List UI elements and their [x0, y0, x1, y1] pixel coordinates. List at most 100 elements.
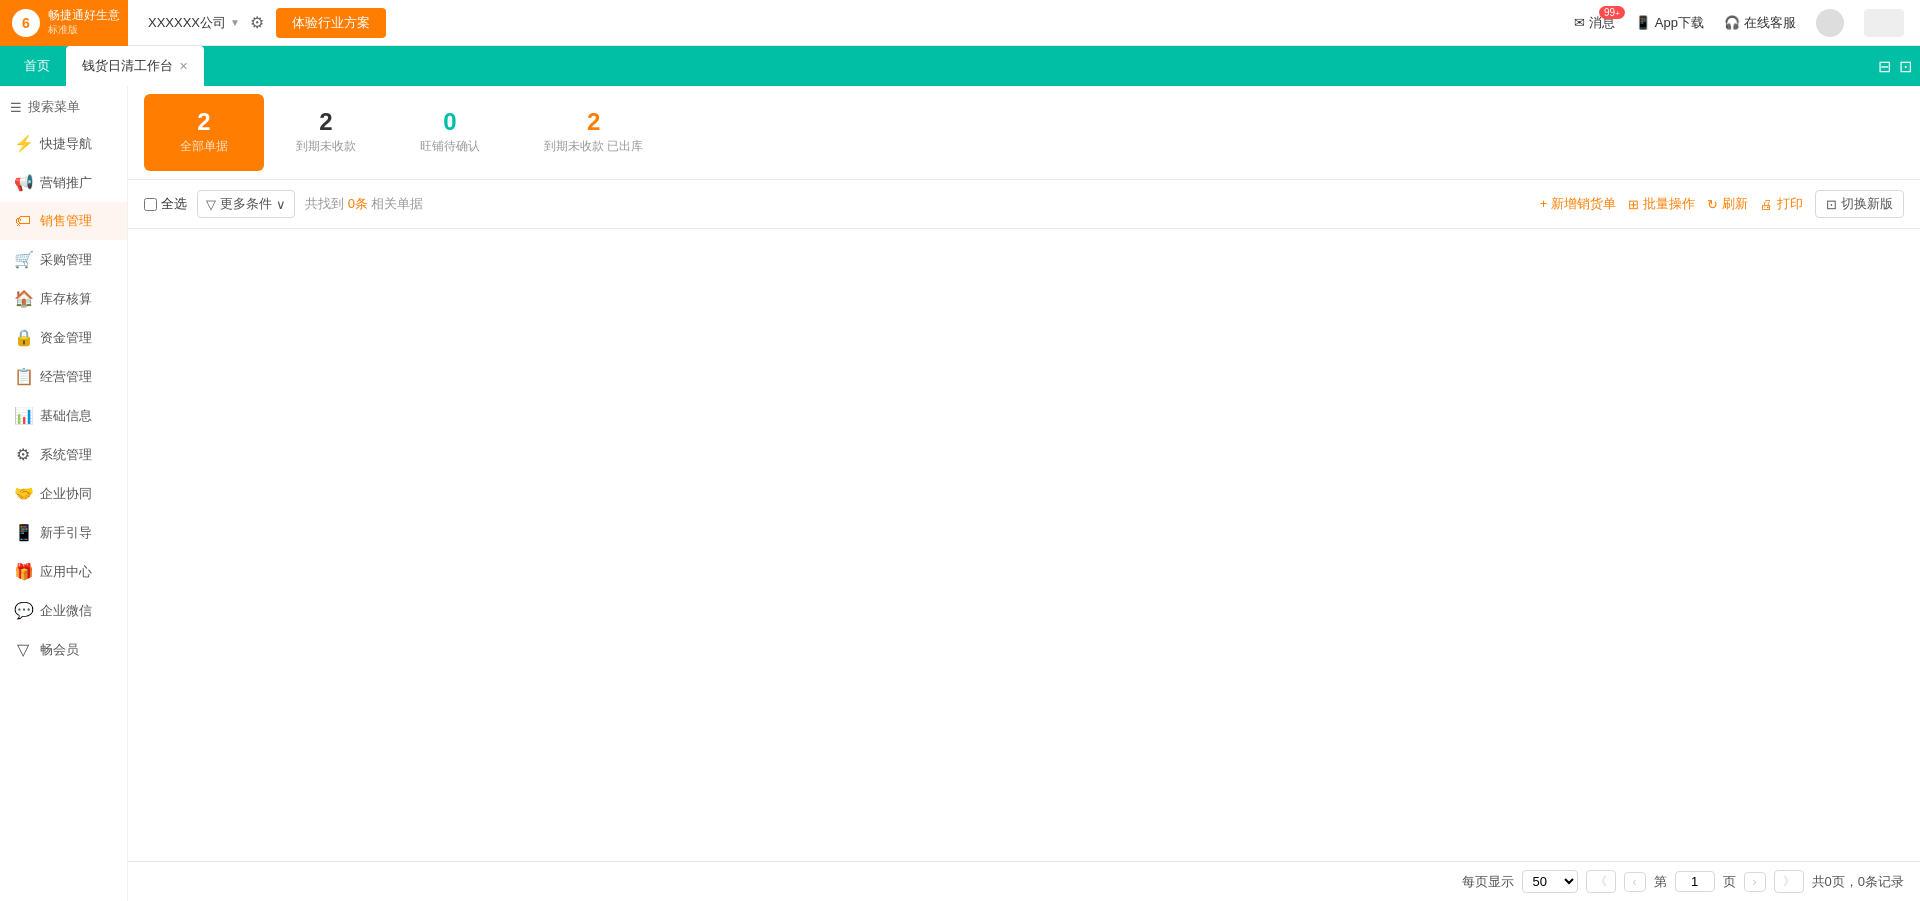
search-menu-label: 搜索菜单	[28, 98, 80, 116]
sidebar-label-cooperation: 企业协同	[40, 485, 92, 503]
message-icon: ✉	[1574, 15, 1585, 30]
refresh-button[interactable]: ↻ 刷新	[1707, 195, 1748, 213]
switch-version-button[interactable]: ⊡ 切换新版	[1815, 190, 1904, 218]
sidebar-label-member: 畅会员	[40, 641, 79, 659]
finance-icon: 🔒	[14, 328, 32, 347]
sidebar-item-finance[interactable]: 🔒 资金管理	[0, 318, 127, 357]
sidebar-label-operation: 经营管理	[40, 368, 92, 386]
minimize-button[interactable]: ⊟	[1878, 57, 1891, 76]
settings-icon[interactable]: ⚙	[250, 13, 264, 32]
search-icon: ☰	[10, 100, 22, 115]
wechat-icon: 💬	[14, 601, 32, 620]
logo-title: 畅捷通好生意	[48, 8, 120, 24]
download-icon: 📱	[1635, 15, 1651, 30]
stat-number-pending: 0	[443, 108, 456, 136]
sidebar-label-system: 系统管理	[40, 446, 92, 464]
logo-icon: 6	[12, 9, 40, 37]
stats-row: 2 全部单据 2 到期未收款 0 旺铺待确认 2 到期未收款 已出库	[128, 86, 1920, 180]
sidebar: ☰ 搜索菜单 ⚡ 快捷导航 📢 营销推广 🏷 销售管理 🛒 采购管理 🏠 库存核…	[0, 86, 128, 901]
maximize-button[interactable]: ⊡	[1899, 57, 1912, 76]
sidebar-item-basic-info[interactable]: 📊 基础信息	[0, 396, 127, 435]
sidebar-item-app-center[interactable]: 🎁 应用中心	[0, 552, 127, 591]
stat-number-overdue: 2	[319, 108, 332, 136]
company-selector[interactable]: XXXXXX公司 ▼	[148, 14, 240, 32]
stat-label-overdue: 到期未收款	[296, 138, 356, 155]
sidebar-label-basic-info: 基础信息	[40, 407, 92, 425]
stat-label-pending: 旺铺待确认	[420, 138, 480, 155]
add-sale-button[interactable]: + 新增销货单	[1540, 195, 1616, 213]
pagination-footer: 每页显示 50 100 200 《 ‹ 第 页 › 》 共0页，0条记录	[128, 861, 1920, 901]
stat-label-shipped: 到期未收款 已出库	[544, 138, 643, 155]
user-name-area[interactable]	[1864, 9, 1904, 37]
page-suffix: 页	[1723, 873, 1736, 891]
sidebar-item-member[interactable]: ▽ 畅会员	[0, 630, 127, 669]
basic-info-icon: 📊	[14, 406, 32, 425]
sidebar-label-sales: 销售管理	[40, 212, 92, 230]
per-page-select[interactable]: 50 100 200	[1522, 870, 1578, 893]
filter-chevron-icon: ∨	[276, 197, 286, 212]
filter-button[interactable]: ▽ 更多条件 ∨	[197, 190, 295, 218]
sidebar-item-sales[interactable]: 🏷 销售管理	[0, 202, 127, 240]
app-download-button[interactable]: 📱 App下载	[1635, 14, 1704, 32]
print-icon: 🖨	[1760, 197, 1773, 212]
sidebar-item-system[interactable]: ⚙ 系统管理	[0, 435, 127, 474]
prev-page-button[interactable]: ‹	[1624, 872, 1646, 892]
switch-icon: ⊡	[1826, 197, 1837, 212]
top-header: 6 畅捷通好生意 标准版 XXXXXX公司 ▼ ⚙ 体验行业方案 ✉ 消息 99…	[0, 0, 1920, 46]
stat-card-overdue[interactable]: 2 到期未收款	[264, 86, 388, 179]
tab-home[interactable]: 首页	[8, 46, 66, 86]
quick-nav-icon: ⚡	[14, 134, 32, 153]
stat-card-pending[interactable]: 0 旺铺待确认	[388, 86, 512, 179]
app-download-label: App下载	[1655, 14, 1704, 32]
select-all-label: 全选	[161, 195, 187, 213]
filter-label: 更多条件	[220, 195, 272, 213]
service-icon: 🎧	[1724, 15, 1740, 30]
filter-icon: ▽	[206, 197, 216, 212]
sidebar-label-wechat: 企业微信	[40, 602, 92, 620]
toolbar: 全选 ▽ 更多条件 ∨ 共找到 0条 相关单据 + 新增销货单 ⊞ 批量操作 ↻	[128, 180, 1920, 229]
sidebar-item-marketing[interactable]: 📢 营销推广	[0, 163, 127, 202]
sidebar-item-purchase[interactable]: 🛒 采购管理	[0, 240, 127, 279]
message-button[interactable]: ✉ 消息 99+	[1574, 14, 1615, 32]
stat-card-all[interactable]: 2 全部单据	[144, 94, 264, 171]
sidebar-item-wechat[interactable]: 💬 企业微信	[0, 591, 127, 630]
online-service-button[interactable]: 🎧 在线客服	[1724, 14, 1796, 32]
search-menu-button[interactable]: ☰ 搜索菜单	[0, 86, 127, 124]
cooperation-icon: 🤝	[14, 484, 32, 503]
table-area	[128, 229, 1920, 861]
page-number-input[interactable]	[1675, 871, 1715, 892]
tab-workbench[interactable]: 钱货日清工作台 ✕	[66, 46, 204, 86]
trial-button[interactable]: 体验行业方案	[276, 8, 386, 38]
message-badge: 99+	[1599, 6, 1625, 19]
found-count: 0条	[348, 196, 368, 211]
sidebar-item-cooperation[interactable]: 🤝 企业协同	[0, 474, 127, 513]
chevron-down-icon: ▼	[230, 17, 240, 28]
print-button[interactable]: 🖨 打印	[1760, 195, 1803, 213]
logo-area: 6 畅捷通好生意 标准版	[0, 0, 128, 46]
select-all-checkbox[interactable]: 全选	[144, 195, 187, 213]
stat-card-shipped[interactable]: 2 到期未收款 已出库	[512, 86, 675, 179]
sidebar-item-operation[interactable]: 📋 经营管理	[0, 357, 127, 396]
avatar[interactable]	[1816, 9, 1844, 37]
first-page-button[interactable]: 《	[1586, 870, 1616, 893]
next-page-button[interactable]: ›	[1744, 872, 1766, 892]
sidebar-label-inventory: 库存核算	[40, 290, 92, 308]
batch-operation-button[interactable]: ⊞ 批量操作	[1628, 195, 1695, 213]
operation-icon: 📋	[14, 367, 32, 386]
sidebar-item-guide[interactable]: 📱 新手引导	[0, 513, 127, 552]
last-page-button[interactable]: 》	[1774, 870, 1804, 893]
sidebar-item-quick-nav[interactable]: ⚡ 快捷导航	[0, 124, 127, 163]
sidebar-item-inventory[interactable]: 🏠 库存核算	[0, 279, 127, 318]
member-icon: ▽	[14, 640, 32, 659]
tab-close-icon[interactable]: ✕	[179, 60, 188, 73]
all-checkbox-input[interactable]	[144, 198, 157, 211]
service-label: 在线客服	[1744, 14, 1796, 32]
logo-sub: 标准版	[48, 23, 120, 37]
batch-icon: ⊞	[1628, 197, 1639, 212]
sidebar-label-finance: 资金管理	[40, 329, 92, 347]
refresh-icon: ↻	[1707, 197, 1718, 212]
content-area: 2 全部单据 2 到期未收款 0 旺铺待确认 2 到期未收款 已出库 全选	[128, 86, 1920, 901]
stat-label-all: 全部单据	[180, 138, 228, 155]
nav-tabs: 首页 钱货日清工作台 ✕ ⊟ ⊡	[0, 46, 1920, 86]
marketing-icon: 📢	[14, 173, 32, 192]
